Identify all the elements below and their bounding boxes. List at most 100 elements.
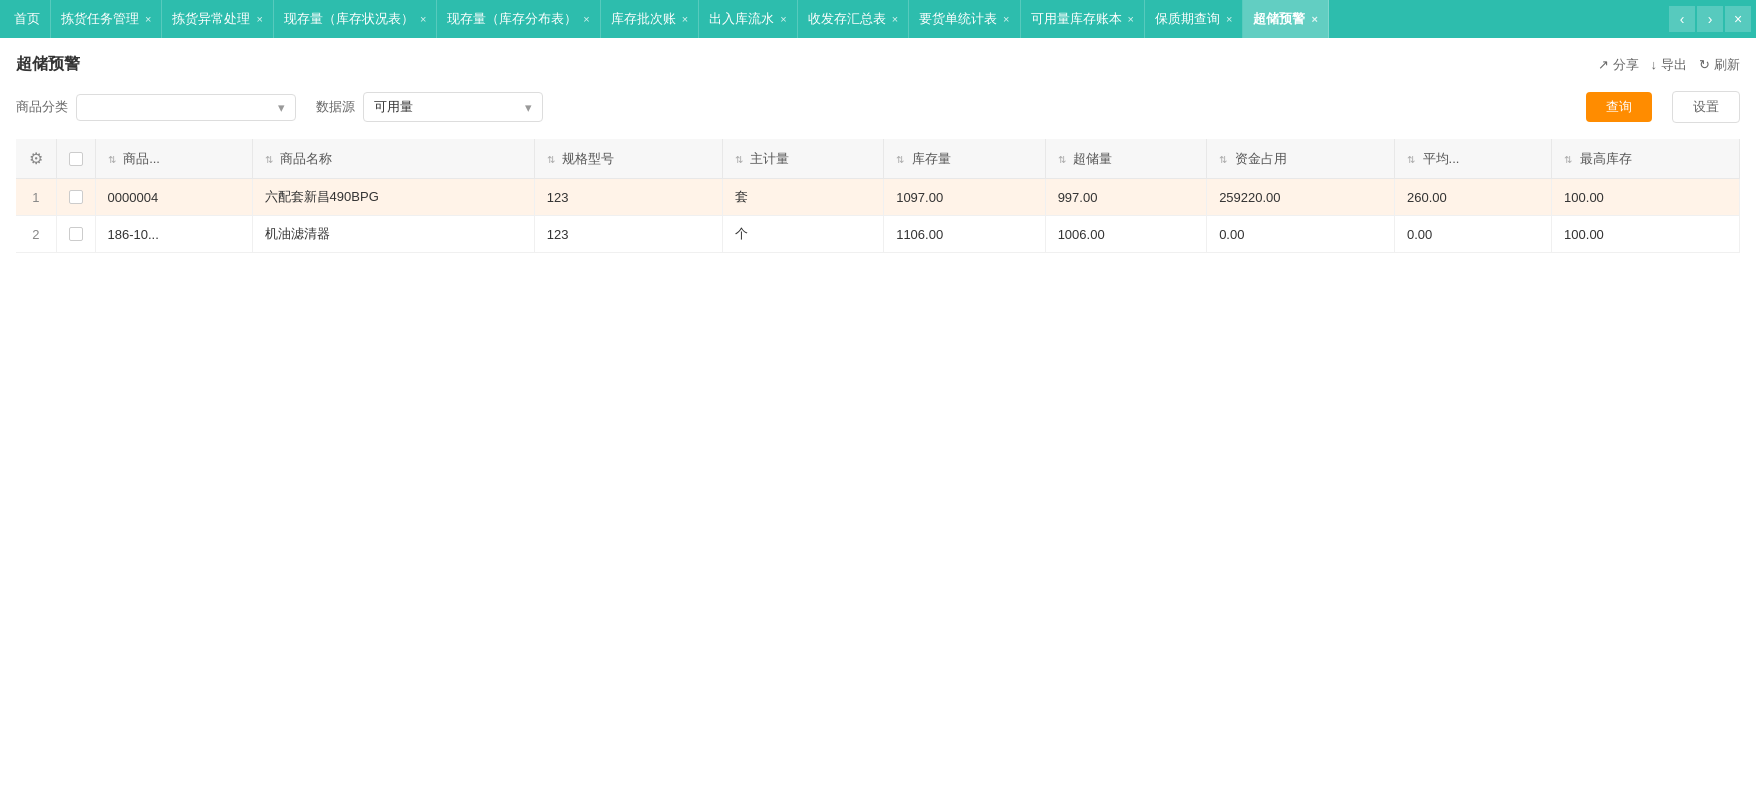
row-spec: 123 bbox=[534, 179, 722, 216]
tab-home[interactable]: 首页 bbox=[4, 0, 51, 38]
tab-stock-dist[interactable]: 现存量（库存分布表） × bbox=[437, 0, 600, 38]
row-overstock: 997.00 bbox=[1045, 179, 1206, 216]
page-actions: ↗ 分享 ↓ 导出 ↻ 刷新 bbox=[1598, 56, 1741, 74]
filter-row: 商品分类 ▾ 数据源 可用量 ▾ 查询 设置 bbox=[16, 91, 1740, 123]
export-label: 导出 bbox=[1661, 56, 1687, 74]
tab-abnormal-label: 拣货异常处理 bbox=[172, 10, 250, 28]
page-container: 超储预警 ↗ 分享 ↓ 导出 ↻ 刷新 商品分类 ▾ 数据源 bbox=[0, 38, 1756, 800]
top-nav: 首页 拣货任务管理 × 拣货异常处理 × 现存量（库存状况表） × 现存量（库存… bbox=[0, 0, 1756, 38]
settings-button-wrapper: 设置 bbox=[1672, 91, 1740, 123]
row-stock: 1106.00 bbox=[884, 216, 1045, 253]
tab-available[interactable]: 可用量库存账本 × bbox=[1021, 0, 1145, 38]
select-all-checkbox[interactable] bbox=[69, 152, 83, 166]
row-checkbox[interactable] bbox=[69, 190, 83, 204]
th-product-code: ⇅ 商品... bbox=[95, 139, 252, 179]
sort-overstock-icon: ⇅ bbox=[1058, 154, 1066, 165]
share-label: 分享 bbox=[1613, 56, 1639, 74]
th-spec-label: 规格型号 bbox=[562, 151, 614, 166]
tab-stock-dist-close[interactable]: × bbox=[583, 13, 589, 25]
th-avg-label: 平均... bbox=[1423, 151, 1460, 166]
data-table: ⚙ ⇅ 商品... ⇅ 商品名称 ⇅ 规格型号 bbox=[16, 139, 1740, 253]
share-link[interactable]: ↗ 分享 bbox=[1598, 56, 1639, 74]
nav-next-button[interactable]: › bbox=[1697, 6, 1723, 32]
tab-collect-close[interactable]: × bbox=[892, 13, 898, 25]
nav-arrows: ‹ › × bbox=[1668, 6, 1752, 32]
page-title: 超储预警 bbox=[16, 54, 80, 75]
tab-abnormal-close[interactable]: × bbox=[256, 13, 262, 25]
tab-stock-dist-label: 现存量（库存分布表） bbox=[447, 10, 577, 28]
th-unit-label: 主计量 bbox=[750, 151, 789, 166]
row-checkbox-cell bbox=[56, 179, 95, 216]
tab-batch-close[interactable]: × bbox=[682, 13, 688, 25]
th-product-name-label: 商品名称 bbox=[280, 151, 332, 166]
refresh-link[interactable]: ↻ 刷新 bbox=[1699, 56, 1740, 74]
table-row: 2 186-10... 机油滤清器 123 个 1106.00 1006.00 … bbox=[16, 216, 1740, 253]
tab-task-mgmt[interactable]: 拣货任务管理 × bbox=[51, 0, 162, 38]
share-icon: ↗ bbox=[1598, 57, 1609, 72]
datasource-filter: 数据源 可用量 ▾ bbox=[316, 92, 543, 122]
tab-expiry[interactable]: 保质期查询 × bbox=[1145, 0, 1243, 38]
datasource-select[interactable]: 可用量 ▾ bbox=[363, 92, 543, 122]
th-stock-label: 库存量 bbox=[912, 151, 951, 166]
tab-abnormal[interactable]: 拣货异常处理 × bbox=[162, 0, 273, 38]
tab-task-mgmt-close[interactable]: × bbox=[145, 13, 151, 25]
th-spec: ⇅ 规格型号 bbox=[534, 139, 722, 179]
tab-expiry-label: 保质期查询 bbox=[1155, 10, 1220, 28]
sort-unit-icon: ⇅ bbox=[735, 154, 743, 165]
datasource-chevron-icon: ▾ bbox=[525, 100, 532, 115]
tab-available-label: 可用量库存账本 bbox=[1031, 10, 1122, 28]
row-index: 2 bbox=[16, 216, 56, 253]
th-unit: ⇅ 主计量 bbox=[722, 139, 883, 179]
row-capital: 259220.00 bbox=[1207, 179, 1395, 216]
sort-stock-icon: ⇅ bbox=[896, 154, 904, 165]
row-product-code: 186-10... bbox=[95, 216, 252, 253]
tab-inout-close[interactable]: × bbox=[780, 13, 786, 25]
nav-prev-button[interactable]: ‹ bbox=[1669, 6, 1695, 32]
row-avg: 260.00 bbox=[1394, 179, 1551, 216]
row-product-name: 六配套新昌490BPG bbox=[252, 179, 534, 216]
tab-batch[interactable]: 库存批次账 × bbox=[601, 0, 699, 38]
tab-inout[interactable]: 出入库流水 × bbox=[699, 0, 797, 38]
table-body: 1 0000004 六配套新昌490BPG 123 套 1097.00 997.… bbox=[16, 179, 1740, 253]
row-checkbox[interactable] bbox=[69, 227, 83, 241]
datasource-label: 数据源 bbox=[316, 98, 355, 116]
row-checkbox-cell bbox=[56, 216, 95, 253]
table-settings-icon[interactable]: ⚙ bbox=[29, 150, 43, 167]
export-link[interactable]: ↓ 导出 bbox=[1651, 56, 1688, 74]
tab-inout-label: 出入库流水 bbox=[709, 10, 774, 28]
tab-overstock-label: 超储预警 bbox=[1253, 10, 1305, 28]
th-capital-label: 资金占用 bbox=[1235, 151, 1287, 166]
tab-available-close[interactable]: × bbox=[1128, 13, 1134, 25]
sort-product-code-icon: ⇅ bbox=[108, 154, 116, 165]
row-capital: 0.00 bbox=[1207, 216, 1395, 253]
query-button[interactable]: 查询 bbox=[1586, 92, 1652, 122]
tab-order-stat[interactable]: 要货单统计表 × bbox=[909, 0, 1020, 38]
tab-expiry-close[interactable]: × bbox=[1226, 13, 1232, 25]
tab-order-stat-label: 要货单统计表 bbox=[919, 10, 997, 28]
table-header-row: ⚙ ⇅ 商品... ⇅ 商品名称 ⇅ 规格型号 bbox=[16, 139, 1740, 179]
sort-product-name-icon: ⇅ bbox=[265, 154, 273, 165]
row-index: 1 bbox=[16, 179, 56, 216]
tab-overstock[interactable]: 超储预警 × bbox=[1243, 0, 1328, 38]
row-stock: 1097.00 bbox=[884, 179, 1045, 216]
category-select[interactable]: ▾ bbox=[76, 94, 296, 121]
row-avg: 0.00 bbox=[1394, 216, 1551, 253]
category-chevron-icon: ▾ bbox=[278, 100, 285, 115]
tab-overstock-close[interactable]: × bbox=[1311, 13, 1317, 25]
th-product-code-label: 商品... bbox=[123, 151, 160, 166]
tab-order-stat-close[interactable]: × bbox=[1003, 13, 1009, 25]
tab-task-mgmt-label: 拣货任务管理 bbox=[61, 10, 139, 28]
tab-stock-status[interactable]: 现存量（库存状况表） × bbox=[274, 0, 437, 38]
nav-close-button[interactable]: × bbox=[1725, 6, 1751, 32]
sort-avg-icon: ⇅ bbox=[1407, 154, 1415, 165]
sort-spec-icon: ⇅ bbox=[547, 154, 555, 165]
th-settings: ⚙ bbox=[16, 139, 56, 179]
row-product-name: 机油滤清器 bbox=[252, 216, 534, 253]
page-header: 超储预警 ↗ 分享 ↓ 导出 ↻ 刷新 bbox=[16, 54, 1740, 75]
tab-stock-status-close[interactable]: × bbox=[420, 13, 426, 25]
settings-button[interactable]: 设置 bbox=[1672, 91, 1740, 123]
tab-stock-status-label: 现存量（库存状况表） bbox=[284, 10, 414, 28]
tab-collect[interactable]: 收发存汇总表 × bbox=[798, 0, 909, 38]
tab-home-label: 首页 bbox=[14, 10, 40, 28]
category-label: 商品分类 bbox=[16, 98, 68, 116]
